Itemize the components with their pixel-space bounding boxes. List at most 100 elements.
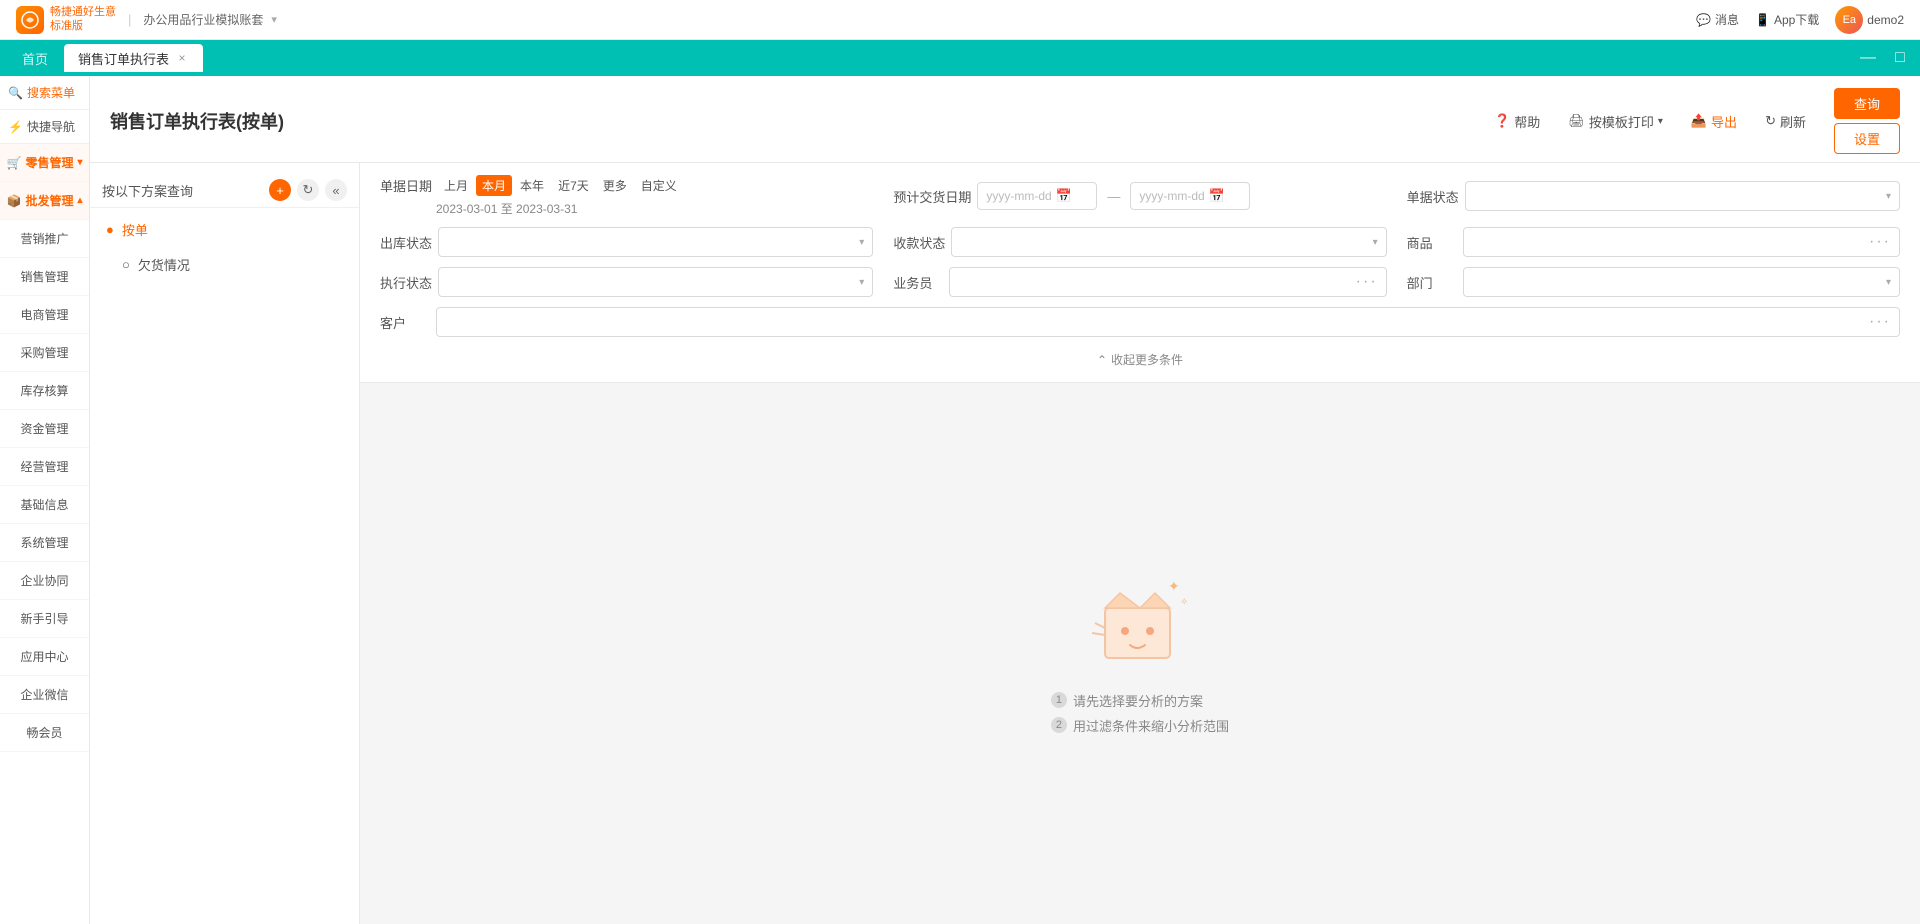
goods-select[interactable]: ··· (1463, 227, 1900, 257)
date-tab-this-month[interactable]: 本月 (476, 175, 512, 196)
filter-row-2: 出库状态 ▾ 收款状态 ▾ 商品 (380, 227, 1900, 257)
sidebar-system[interactable]: 系统管理 (0, 524, 89, 562)
dept-select[interactable]: ▾ (1463, 267, 1900, 297)
sidebar-app-center[interactable]: 应用中心 (0, 638, 89, 676)
sidebar-wholesale-management[interactable]: 📦 批发管理 ▴ (0, 182, 89, 220)
out-status-label: 出库状态 (380, 233, 432, 252)
dept-chevron: ▾ (1886, 277, 1891, 288)
order-icon: ● (106, 222, 114, 237)
minimize-button[interactable]: — (1856, 46, 1880, 70)
logo-area[interactable]: 畅捷通好生意 标准版 (16, 6, 116, 34)
sidebar-operations[interactable]: 经营管理 (0, 448, 89, 486)
tab-close-icon[interactable]: × (175, 51, 189, 65)
sidebar-retail-management[interactable]: 🛒 零售管理 ▾ (0, 144, 89, 182)
sidebar-purchase[interactable]: 采购管理 (0, 334, 89, 372)
hint-num-1: 1 (1051, 692, 1067, 708)
help-icon: ❓ (1494, 113, 1510, 129)
main-layout: 🔍 搜索菜单 ⚡ 快捷导航 🛒 零售管理 ▾ 📦 批发管理 ▴ 营销推广 销售管… (0, 76, 1920, 924)
sidebar-sales-management[interactable]: 销售管理 (0, 258, 89, 296)
svg-text:✦: ✦ (1168, 578, 1180, 594)
calendar-from-icon: 📅 (1056, 188, 1072, 204)
date-tab-7days[interactable]: 近7天 (552, 175, 595, 196)
exec-status-label: 执行状态 (380, 273, 432, 292)
breadcrumb-chevron[interactable]: ▾ (271, 13, 277, 26)
sidebar: 🔍 搜索菜单 ⚡ 快捷导航 🛒 零售管理 ▾ 📦 批发管理 ▴ 营销推广 销售管… (0, 76, 90, 924)
filter-row-4: 客户 ··· (380, 307, 1900, 337)
expected-date-to[interactable]: yyyy-mm-dd 📅 (1130, 182, 1250, 210)
collapse-more-button[interactable]: ⌃ 收起更多条件 (380, 345, 1900, 374)
quick-nav-icon: ⚡ (8, 120, 23, 134)
date-tab-more[interactable]: 更多 (597, 175, 633, 196)
date-tab-custom[interactable]: 自定义 (635, 175, 683, 196)
customer-dots: ··· (1869, 313, 1891, 331)
owe-icon: ○ (122, 257, 130, 272)
empty-illustration: ✦ ✧ (1080, 573, 1200, 673)
salesperson-dots: ··· (1356, 273, 1378, 291)
out-status-field: 出库状态 ▾ (380, 227, 873, 257)
search-icon: 🔍 (8, 86, 23, 100)
receipt-status-select[interactable]: ▾ (951, 227, 1386, 257)
scheme-collapse-button[interactable]: « (325, 179, 347, 201)
exec-status-select[interactable]: ▾ (438, 267, 873, 297)
scheme-header: 按以下方案查询 + ↻ « (90, 173, 359, 208)
breadcrumb-separator: | (128, 12, 131, 27)
scheme-refresh-button[interactable]: ↻ (297, 179, 319, 201)
sidebar-quick-nav[interactable]: ⚡ 快捷导航 (0, 110, 89, 144)
sidebar-enterprise[interactable]: 企业协同 (0, 562, 89, 600)
dept-field: 部门 ▾ (1407, 267, 1900, 297)
sidebar-enterprise-wechat[interactable]: 企业微信 (0, 676, 89, 714)
sidebar-new-guide[interactable]: 新手引导 (0, 600, 89, 638)
export-button[interactable]: 📤 导出 (1683, 108, 1745, 135)
message-button[interactable]: 💬 消息 (1696, 11, 1739, 28)
sidebar-marketing[interactable]: 营销推广 (0, 220, 89, 258)
sidebar-member[interactable]: 畅会员 (0, 714, 89, 752)
empty-state: ✦ ✧ 1 请先选择要分析的方案 (1051, 573, 1229, 735)
scheme-add-button[interactable]: + (269, 179, 291, 201)
help-button[interactable]: ❓ 帮助 (1486, 108, 1548, 135)
collapse-icon: ⌃ (1097, 353, 1107, 367)
header-right: 💬 消息 📱 App下载 Ea demo2 (1696, 6, 1904, 34)
out-status-chevron: ▾ (859, 237, 864, 248)
exec-status-chevron: ▾ (859, 277, 864, 288)
left-filter-panel: 按以下方案查询 + ↻ « ● 按单 ○ 欠货情况 (90, 163, 360, 924)
dept-label: 部门 (1407, 273, 1457, 292)
order-status-select[interactable]: ▾ (1465, 181, 1900, 211)
date-range-text: 2023-03-01 至 2023-03-31 (436, 200, 577, 217)
salesperson-field: 业务员 ··· (893, 267, 1386, 297)
settings-button[interactable]: 设置 (1834, 123, 1900, 154)
date-tabs: 上月 本月 本年 近7天 更多 自定义 (438, 175, 683, 196)
sidebar-basics[interactable]: 基础信息 (0, 486, 89, 524)
customer-label: 客户 (380, 313, 430, 332)
out-status-select[interactable]: ▾ (438, 227, 873, 257)
maximize-button[interactable]: □ (1888, 46, 1912, 70)
sidebar-search-menu[interactable]: 🔍 搜索菜单 (0, 76, 89, 110)
app-download-button[interactable]: 📱 App下载 (1755, 11, 1819, 28)
salesperson-select[interactable]: ··· (949, 267, 1386, 297)
scheme-item-order[interactable]: ● 按单 (90, 212, 359, 247)
tab-sales-order[interactable]: 销售订单执行表 × (64, 44, 203, 72)
wholesale-icon: 📦 (7, 194, 22, 208)
logo-icon (16, 6, 44, 34)
scheme-item-owe[interactable]: ○ 欠货情况 (90, 247, 359, 282)
salesperson-label: 业务员 (893, 273, 943, 292)
sidebar-ecommerce[interactable]: 电商管理 (0, 296, 89, 334)
sidebar-finance[interactable]: 资金管理 (0, 410, 89, 448)
export-icon: 📤 (1691, 113, 1707, 129)
goods-dots: ··· (1869, 233, 1891, 251)
expected-date-from[interactable]: yyyy-mm-dd 📅 (977, 182, 1097, 210)
sidebar-inventory[interactable]: 库存核算 (0, 372, 89, 410)
customer-select[interactable]: ··· (436, 307, 1900, 337)
nav-tabs-right: — □ (1856, 46, 1912, 70)
download-icon: 📱 (1755, 13, 1770, 27)
date-tab-this-year[interactable]: 本年 (514, 175, 550, 196)
page-header: 销售订单执行表(按单) ❓ 帮助 🖨 按模板打印 ▾ 📤 导出 ↻ 刷新 (90, 76, 1920, 163)
refresh-button[interactable]: ↻ 刷新 (1757, 108, 1814, 135)
scheme-actions: + ↻ « (269, 179, 347, 201)
user-profile[interactable]: Ea demo2 (1835, 6, 1904, 34)
date-tab-last-month[interactable]: 上月 (438, 175, 474, 196)
query-button[interactable]: 查询 (1834, 88, 1900, 119)
hint-num-2: 2 (1051, 717, 1067, 733)
print-button[interactable]: 🖨 按模板打印 ▾ (1560, 108, 1671, 135)
tab-home[interactable]: 首页 (8, 44, 62, 72)
receipt-status-field: 收款状态 ▾ (893, 227, 1386, 257)
